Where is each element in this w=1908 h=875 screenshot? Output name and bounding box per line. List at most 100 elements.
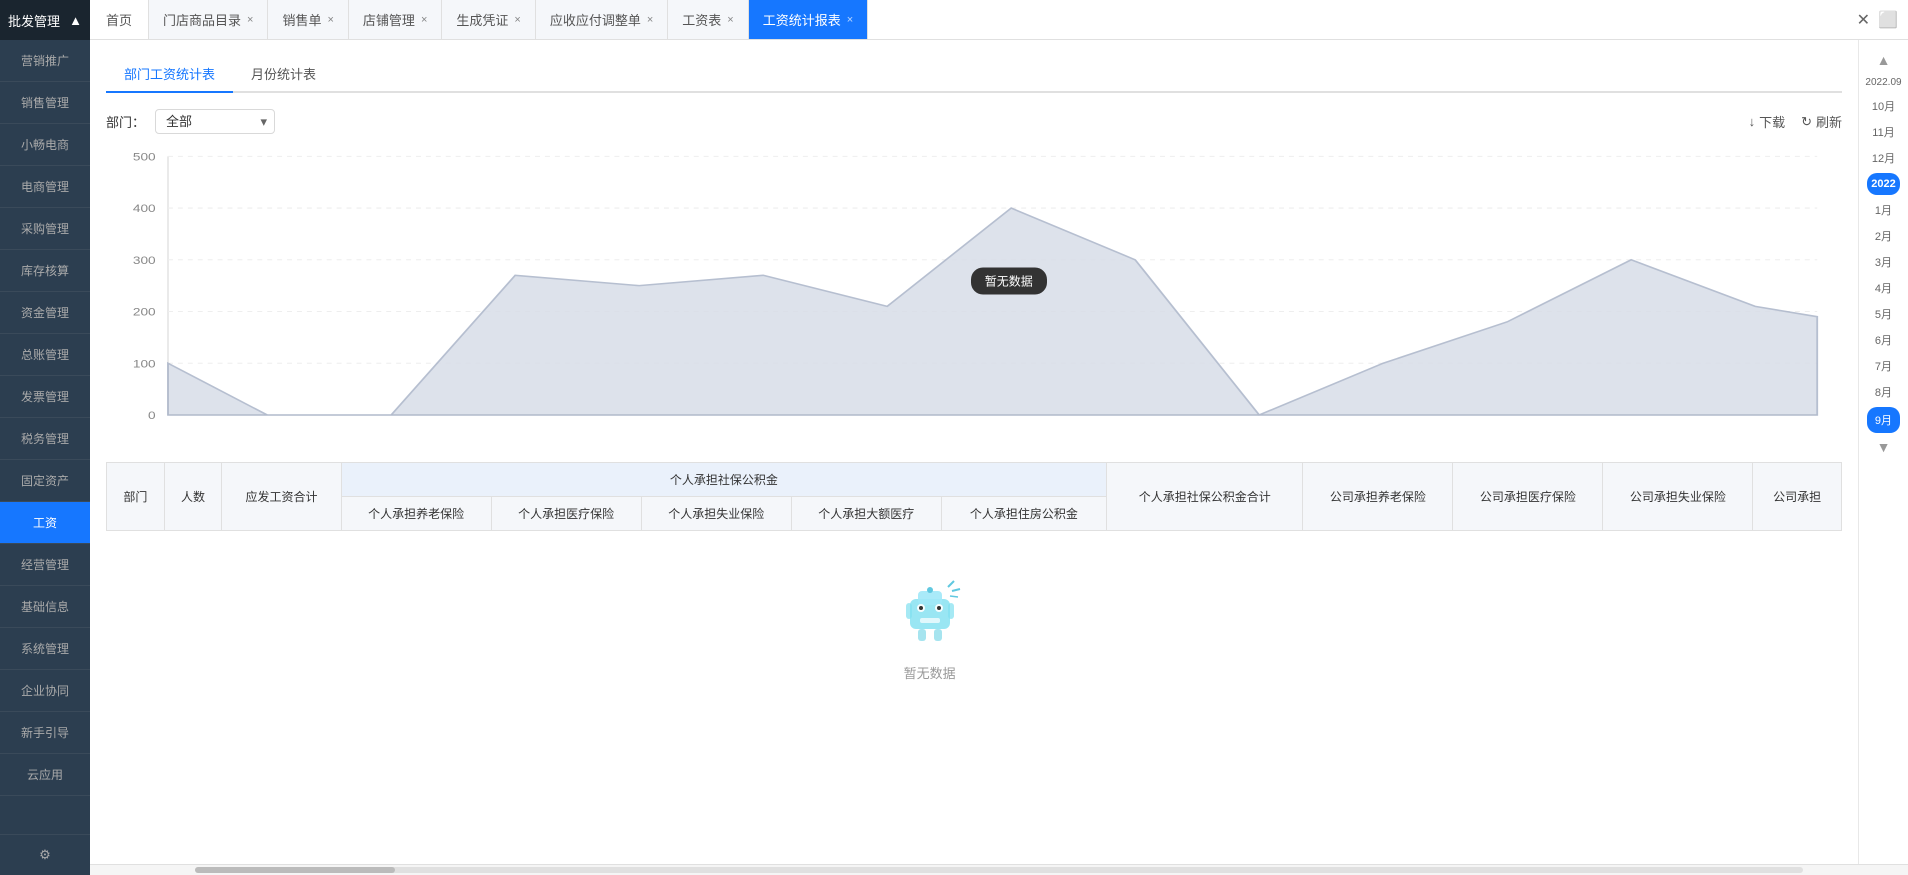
- timeline-up-nav[interactable]: ▲: [1873, 48, 1895, 72]
- timeline-item-3月[interactable]: 3月: [1863, 249, 1903, 275]
- tab-5[interactable]: 应收应付调整单×: [536, 0, 668, 40]
- tab-7[interactable]: 工资统计报表×: [749, 0, 868, 40]
- empty-icon: [890, 571, 970, 651]
- tab-close-7[interactable]: ×: [847, 14, 853, 26]
- page-content: 部门工资统计表月份统计表 部门： 全部 ↓ 下载: [90, 40, 1858, 864]
- download-icon: ↓: [1749, 114, 1756, 129]
- tab-close-3[interactable]: ×: [421, 14, 427, 26]
- dept-select[interactable]: 全部: [155, 109, 275, 134]
- tab-close-4[interactable]: ×: [514, 14, 520, 26]
- chart-no-data-tooltip: 暂无数据: [971, 268, 1047, 295]
- timeline-down-nav[interactable]: ▼: [1873, 435, 1895, 459]
- sidebar-item-营销推广[interactable]: 营销推广: [0, 40, 90, 82]
- refresh-button[interactable]: ↻ 刷新: [1801, 112, 1842, 131]
- sidebar-item-小畅电商[interactable]: 小畅电商: [0, 124, 90, 166]
- col-total-wage: 应发工资合计: [222, 463, 341, 531]
- tab-close-6[interactable]: ×: [727, 14, 733, 26]
- sidebar-item-采购管理[interactable]: 采购管理: [0, 208, 90, 250]
- refresh-icon: ↻: [1801, 114, 1812, 130]
- col-personal-housing: 个人承担住房公积金: [941, 497, 1106, 531]
- tab-0[interactable]: 首页: [90, 0, 149, 40]
- data-table: 部门 人数 应发工资合计 个人承担社保公积金 个人承担社保公积金合计 公司承担养…: [106, 462, 1842, 722]
- sidebar-item-新手引导[interactable]: 新手引导: [0, 712, 90, 754]
- horizontal-scrollbar[interactable]: [90, 864, 1908, 875]
- tab-close-2[interactable]: ×: [327, 14, 333, 26]
- col-company-other: 公司承担: [1753, 463, 1842, 531]
- sub-tab-bar: 部门工资统计表月份统计表: [106, 56, 1842, 93]
- timeline-item-6月[interactable]: 6月: [1863, 327, 1903, 353]
- col-company-medical: 公司承担医疗保险: [1453, 463, 1603, 531]
- empty-state: 暂无数据: [107, 531, 1753, 722]
- sidebar-item-电商管理[interactable]: 电商管理: [0, 166, 90, 208]
- tab-2[interactable]: 销售单×: [268, 0, 348, 40]
- timeline-year-label: 2022.09: [1859, 72, 1908, 93]
- timeline-panel: ▲ 2022.09 10月11月12月20221月2月3月4月5月6月7月8月9…: [1858, 40, 1908, 864]
- svg-text:200: 200: [133, 306, 156, 319]
- tab-6[interactable]: 工资表×: [668, 0, 748, 40]
- sidebar-item-云应用[interactable]: 云应用: [0, 754, 90, 796]
- toolbar-left: 部门： 全部: [106, 109, 275, 134]
- svg-text:500: 500: [133, 151, 156, 164]
- download-label: 下载: [1759, 112, 1785, 131]
- dept-select-wrapper[interactable]: 全部: [155, 109, 275, 134]
- sidebar-item-经营管理[interactable]: 经营管理: [0, 544, 90, 586]
- sub-tab-1[interactable]: 月份统计表: [233, 56, 334, 93]
- sidebar-item-企业协同[interactable]: 企业协同: [0, 670, 90, 712]
- svg-text:0: 0: [148, 409, 156, 422]
- tab-3[interactable]: 店铺管理×: [349, 0, 442, 40]
- tab-1[interactable]: 门店商品目录×: [149, 0, 268, 40]
- tab-close-1[interactable]: ×: [247, 14, 253, 26]
- col-company-unemployment: 公司承担失业保险: [1603, 463, 1753, 531]
- sub-tab-0[interactable]: 部门工资统计表: [106, 56, 233, 93]
- timeline-item-9月[interactable]: 9月: [1867, 407, 1899, 433]
- timeline-item-12月[interactable]: 12月: [1863, 145, 1903, 171]
- sidebar-item-税务管理[interactable]: 税务管理: [0, 418, 90, 460]
- toolbar: 部门： 全部 ↓ 下载 ↻ 刷新: [106, 109, 1842, 134]
- col-personal-total: 个人承担社保公积金合计: [1107, 463, 1303, 531]
- chart-container: 0 100 200 300 400 500 暂无数据: [106, 146, 1842, 446]
- sidebar-item-销售管理[interactable]: 销售管理: [0, 82, 90, 124]
- col-dept: 部门: [107, 463, 165, 531]
- main-area: 首页门店商品目录×销售单×店铺管理×生成凭证×应收应付调整单×工资表×工资统计报…: [90, 0, 1908, 875]
- tab-4[interactable]: 生成凭证×: [442, 0, 535, 40]
- tab-close-5[interactable]: ×: [647, 14, 653, 26]
- sidebar-item-系统管理[interactable]: 系统管理: [0, 628, 90, 670]
- svg-text:300: 300: [133, 254, 156, 267]
- refresh-label: 刷新: [1816, 112, 1842, 131]
- close-window-icon[interactable]: ✕: [1857, 10, 1870, 30]
- sidebar-item-基础信息[interactable]: 基础信息: [0, 586, 90, 628]
- sidebar-footer-settings[interactable]: ⚙: [0, 834, 90, 875]
- tab-bar-actions: ✕ ⬜: [1847, 10, 1908, 30]
- timeline-item-7月[interactable]: 7月: [1863, 353, 1903, 379]
- col-personal-major-medical: 个人承担大额医疗: [791, 497, 941, 531]
- chart-svg: 0 100 200 300 400 500: [106, 146, 1842, 446]
- chart-no-data-label: 暂无数据: [971, 268, 1047, 295]
- sidebar-item-总账管理[interactable]: 总账管理: [0, 334, 90, 376]
- timeline-item-11月[interactable]: 11月: [1863, 119, 1903, 145]
- sidebar-item-工资[interactable]: 工资: [0, 502, 90, 544]
- col-personal-unemployment: 个人承担失业保险: [641, 497, 791, 531]
- col-personal-insurance-header: 个人承担社保公积金: [341, 463, 1106, 497]
- timeline-item-2022[interactable]: 2022: [1867, 173, 1899, 195]
- sidebar-header[interactable]: 批发管理 ▲: [0, 0, 90, 40]
- svg-text:400: 400: [133, 202, 156, 215]
- sidebar-item-库存核算[interactable]: 库存核算: [0, 250, 90, 292]
- timeline-item-2月[interactable]: 2月: [1863, 223, 1903, 249]
- sidebar-collapse-icon[interactable]: ▲: [69, 13, 82, 28]
- timeline-item-1月[interactable]: 1月: [1863, 197, 1903, 223]
- sidebar-item-固定资产[interactable]: 固定资产: [0, 460, 90, 502]
- download-button[interactable]: ↓ 下载: [1749, 112, 1786, 131]
- col-headcount: 人数: [164, 463, 222, 531]
- svg-text:100: 100: [133, 357, 156, 370]
- settings-icon: ⚙: [39, 847, 51, 862]
- empty-state-text: 暂无数据: [904, 663, 956, 682]
- content-area: 部门工资统计表月份统计表 部门： 全部 ↓ 下载: [90, 40, 1908, 864]
- timeline-item-8月[interactable]: 8月: [1863, 379, 1903, 405]
- sidebar-item-发票管理[interactable]: 发票管理: [0, 376, 90, 418]
- sidebar-item-资金管理[interactable]: 资金管理: [0, 292, 90, 334]
- dept-label: 部门：: [106, 112, 145, 131]
- timeline-item-4月[interactable]: 4月: [1863, 275, 1903, 301]
- restore-window-icon[interactable]: ⬜: [1878, 10, 1898, 30]
- timeline-item-10月[interactable]: 10月: [1863, 93, 1903, 119]
- timeline-item-5月[interactable]: 5月: [1863, 301, 1903, 327]
